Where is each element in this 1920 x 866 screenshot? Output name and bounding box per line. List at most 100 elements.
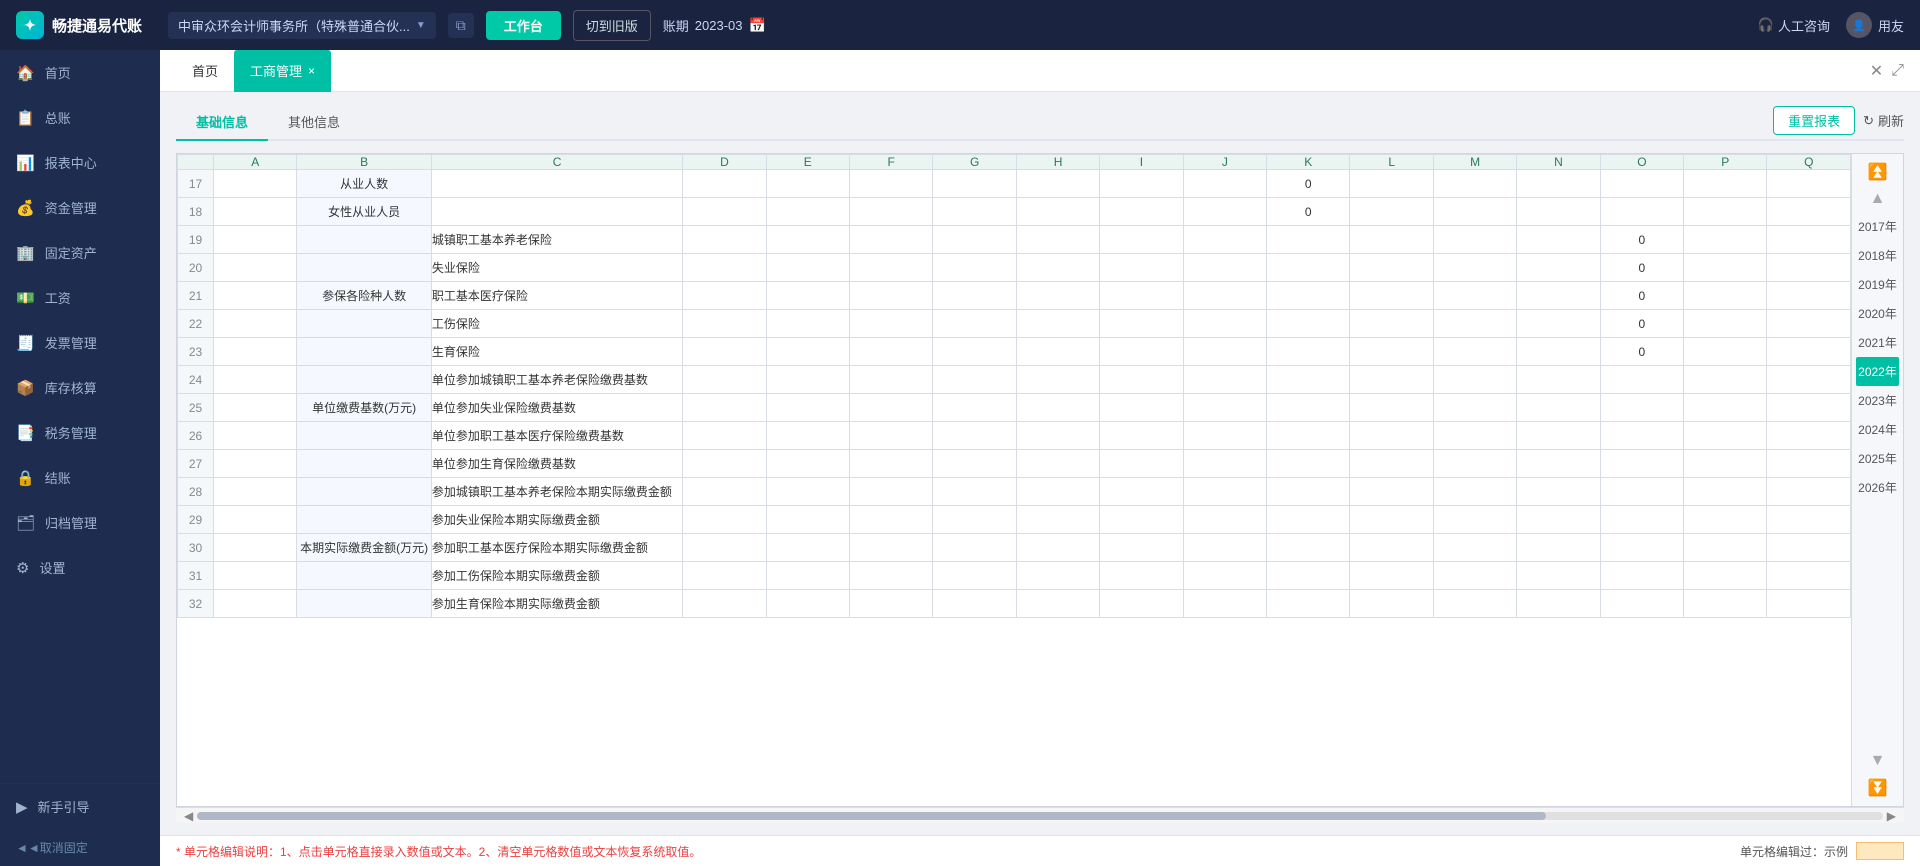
tab-close-icon[interactable]: × [308,64,315,78]
table-row[interactable]: 25单位缴费基数(万元)单位参加失业保险缴费基数 [178,394,1851,422]
cell-a[interactable] [214,562,297,590]
cell-l[interactable] [1350,394,1433,422]
cell-f[interactable] [850,338,933,366]
cell-i[interactable] [1100,590,1183,618]
cell-f[interactable] [850,478,933,506]
cell-o[interactable] [1600,366,1683,394]
tab-home[interactable]: 首页 [176,50,234,92]
cell-q[interactable] [1767,506,1851,534]
cell-b[interactable]: 本期实际缴费金额(万元) [297,534,432,562]
year-nav-item[interactable]: 2018年 [1856,241,1899,270]
year-nav-item[interactable]: 2025年 [1856,444,1899,473]
cell-m[interactable] [1433,338,1516,366]
cell-n[interactable] [1517,282,1600,310]
cell-e[interactable] [766,338,849,366]
table-row[interactable]: 22工伤保险0 [178,310,1851,338]
table-row[interactable]: 19城镇职工基本养老保险0 [178,226,1851,254]
cell-o[interactable] [1600,170,1683,198]
cell-l[interactable] [1350,366,1433,394]
cell-i[interactable] [1100,450,1183,478]
cell-b[interactable]: 参保各险种人数 [297,282,432,310]
cell-c[interactable]: 职工基本医疗保险 [431,282,682,310]
cell-c[interactable]: 参加失业保险本期实际缴费金额 [431,506,682,534]
cell-a[interactable] [214,534,297,562]
cell-o[interactable] [1600,198,1683,226]
cell-f[interactable] [850,366,933,394]
cell-l[interactable] [1350,562,1433,590]
cell-l[interactable] [1350,534,1433,562]
cell-f[interactable] [850,282,933,310]
cell-l[interactable] [1350,506,1433,534]
cell-a[interactable] [214,478,297,506]
cell-a[interactable] [214,590,297,618]
year-nav-item[interactable]: 2020年 [1856,299,1899,328]
cell-j[interactable] [1183,422,1266,450]
cell-i[interactable] [1100,534,1183,562]
cell-m[interactable] [1433,310,1516,338]
cell-j[interactable] [1183,562,1266,590]
cell-i[interactable] [1100,506,1183,534]
cell-d[interactable] [683,506,766,534]
cell-l[interactable] [1350,198,1433,226]
cell-g[interactable] [933,254,1016,282]
cell-p[interactable] [1684,226,1767,254]
cell-q[interactable] [1767,310,1851,338]
cell-n[interactable] [1517,366,1600,394]
cell-e[interactable] [766,478,849,506]
cell-p[interactable] [1684,562,1767,590]
sidebar-item-home[interactable]: 🏠 首页 [0,50,160,95]
cell-h[interactable] [1016,450,1099,478]
expand-tab-button[interactable]: ⤢ [1891,61,1904,81]
cell-n[interactable] [1517,198,1600,226]
cell-f[interactable] [850,170,933,198]
cell-a[interactable] [214,198,297,226]
cell-l[interactable] [1350,478,1433,506]
cell-k[interactable]: 0 [1267,170,1350,198]
cell-f[interactable] [850,422,933,450]
user-area[interactable]: 👤 用友 [1846,12,1904,38]
cell-c[interactable]: 单位参加失业保险缴费基数 [431,394,682,422]
cell-h[interactable] [1016,226,1099,254]
cell-h[interactable] [1016,590,1099,618]
cell-f[interactable] [850,450,933,478]
cell-p[interactable] [1684,338,1767,366]
cell-l[interactable] [1350,170,1433,198]
cell-p[interactable] [1684,422,1767,450]
cell-g[interactable] [933,450,1016,478]
year-nav-up-double[interactable]: ⏫ [1864,158,1892,186]
cell-q[interactable] [1767,170,1851,198]
cell-h[interactable] [1016,198,1099,226]
cell-p[interactable] [1684,282,1767,310]
cell-n[interactable] [1517,590,1600,618]
cell-d[interactable] [683,478,766,506]
close-tab-button[interactable]: ✕ [1870,61,1883,81]
sidebar-item-close[interactable]: 🔒 结账 [0,455,160,500]
cell-q[interactable] [1767,450,1851,478]
cell-o[interactable] [1600,450,1683,478]
cell-h[interactable] [1016,170,1099,198]
cell-c[interactable]: 工伤保险 [431,310,682,338]
cell-m[interactable] [1433,478,1516,506]
sidebar-item-reports[interactable]: 📊 报表中心 [0,140,160,185]
cell-l[interactable] [1350,226,1433,254]
cell-n[interactable] [1517,422,1600,450]
year-nav-up[interactable]: ▲ [1866,186,1890,212]
table-row[interactable]: 32参加生育保险本期实际缴费金额 [178,590,1851,618]
cell-q[interactable] [1767,534,1851,562]
cell-g[interactable] [933,338,1016,366]
cell-e[interactable] [766,562,849,590]
table-row[interactable]: 26单位参加职工基本医疗保险缴费基数 [178,422,1851,450]
sidebar-item-archive[interactable]: 🗂 归档管理 [0,500,160,545]
cell-d[interactable] [683,394,766,422]
cell-m[interactable] [1433,282,1516,310]
cell-b[interactable] [297,478,432,506]
cell-a[interactable] [214,506,297,534]
sidebar-item-tax[interactable]: 📑 税务管理 [0,410,160,455]
cell-m[interactable] [1433,226,1516,254]
cell-k[interactable] [1267,366,1350,394]
cell-q[interactable] [1767,422,1851,450]
cell-k[interactable] [1267,478,1350,506]
cell-e[interactable] [766,366,849,394]
cell-e[interactable] [766,226,849,254]
cell-m[interactable] [1433,394,1516,422]
